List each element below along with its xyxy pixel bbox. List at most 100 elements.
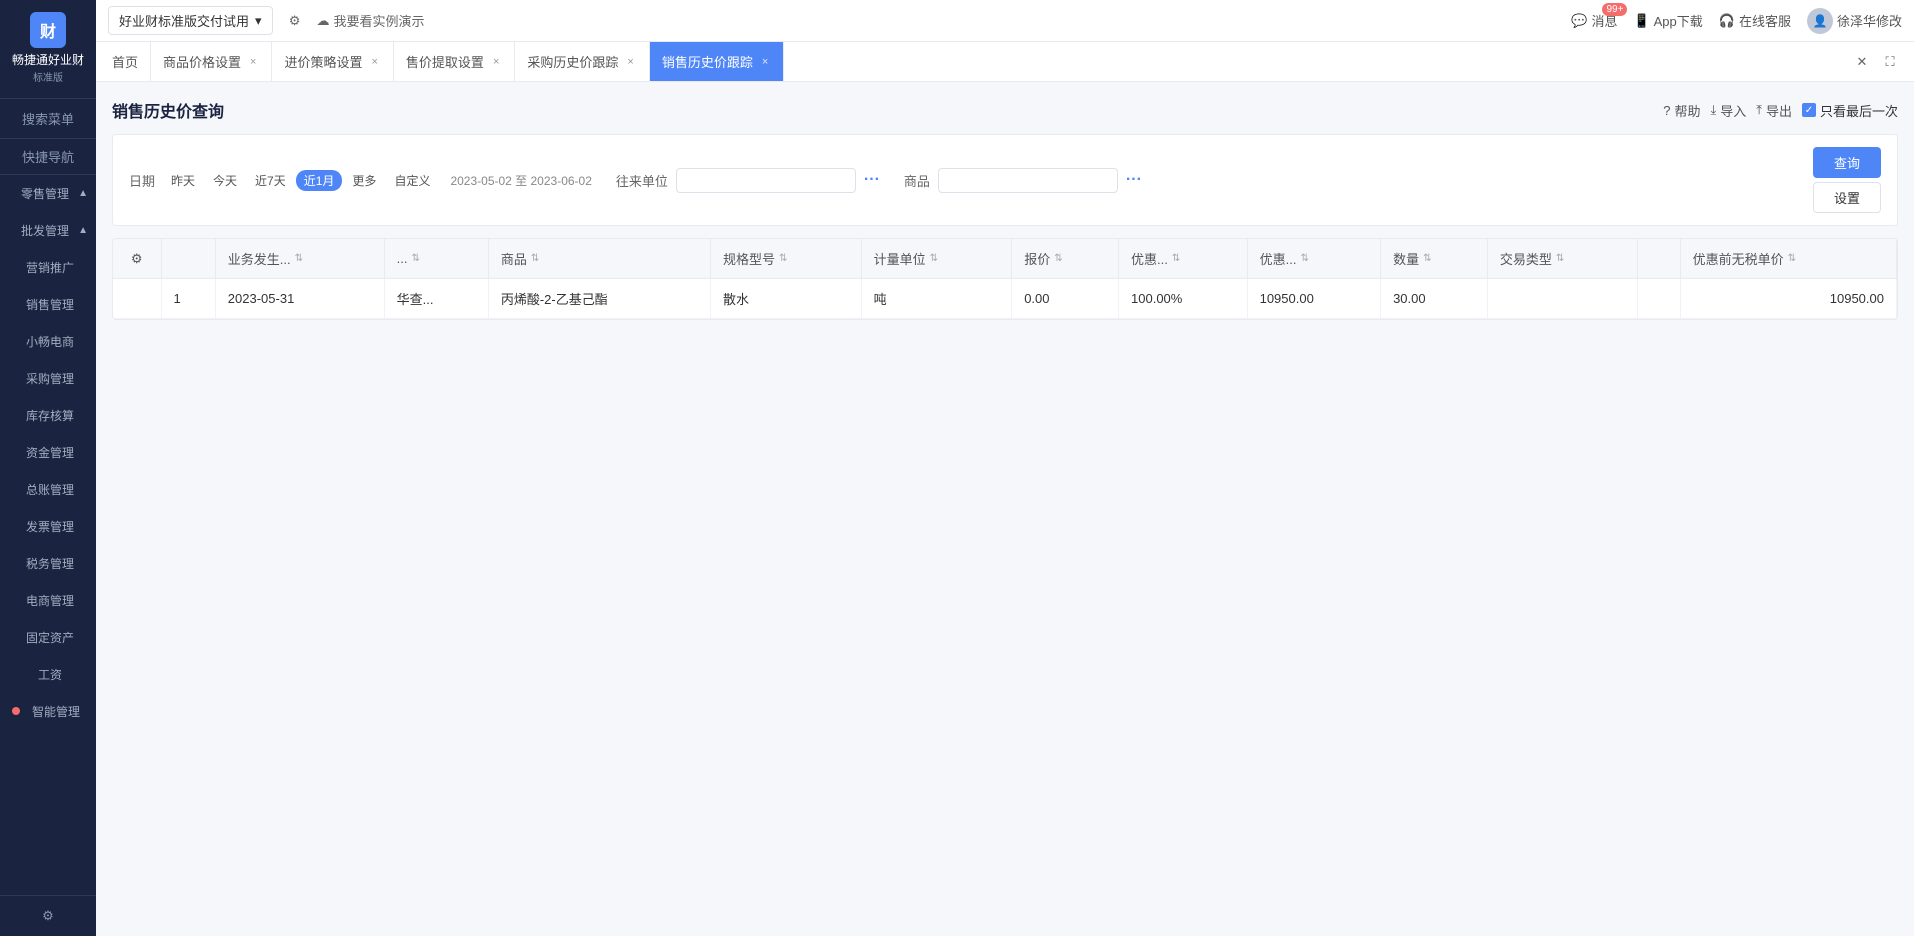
- cell-product: 丙烯酸-2-乙基己酯: [488, 279, 710, 319]
- product-input[interactable]: [938, 168, 1118, 193]
- col-row-num: [161, 239, 215, 279]
- sidebar-item-ecommerce-small[interactable]: 小畅电商: [0, 323, 96, 360]
- date-opt-7days[interactable]: 近7天: [247, 170, 294, 191]
- filter-date-group: 日期 昨天 今天 近7天 近1月 更多 自定义 2023-05-02 至 202…: [129, 170, 592, 191]
- col-spec[interactable]: 规格型号 ⇅: [710, 239, 861, 279]
- avatar: 👤: [1807, 8, 1833, 34]
- chevron-down-icon: ▾: [255, 13, 262, 29]
- demo-link[interactable]: ☁ 我要看实例演示: [317, 11, 425, 30]
- tab-purchase-history[interactable]: 采购历史价跟踪 ×: [515, 42, 649, 82]
- import-link[interactable]: ⤓ 导入: [1710, 101, 1746, 120]
- cell-discount2: 10950.00: [1247, 279, 1380, 319]
- tab-close-purchase-history[interactable]: ×: [624, 55, 636, 69]
- date-label: 日期: [129, 171, 155, 190]
- cell-quantity: 30.00: [1381, 279, 1488, 319]
- sidebar-item-fixed-assets[interactable]: 固定资产: [0, 619, 96, 656]
- gear-icon: ⚙: [289, 13, 301, 29]
- date-opt-more[interactable]: 更多: [344, 170, 384, 191]
- sidebar-item-finance[interactable]: 资金管理: [0, 434, 96, 471]
- tab-price-strategy[interactable]: 进价策略设置 ×: [272, 42, 393, 82]
- cell-row-num: 1: [161, 279, 215, 319]
- only-last-checkbox[interactable]: ✓ 只看最后一次: [1802, 101, 1898, 120]
- col-unit[interactable]: 计量单位 ⇅: [861, 239, 1012, 279]
- tab-home[interactable]: 首页: [100, 42, 151, 82]
- col-biz-date[interactable]: 业务发生... ⇅: [215, 239, 384, 279]
- sidebar-item-inventory[interactable]: 库存核算: [0, 397, 96, 434]
- online-service-btn[interactable]: 🎧 在线客服: [1719, 11, 1791, 30]
- tab-close-sale-history[interactable]: ×: [759, 55, 771, 69]
- cell-spec: 散水: [710, 279, 861, 319]
- message-btn[interactable]: 💬 消息 99+: [1571, 11, 1617, 30]
- user-info[interactable]: 👤 徐泽华修改: [1807, 8, 1902, 34]
- tabbar-actions: ✕ ⛶: [1842, 50, 1910, 74]
- cloud-icon: ☁: [317, 13, 330, 29]
- col-tx-type[interactable]: 交易类型 ⇅: [1487, 239, 1638, 279]
- workspace-name: 好业财标准版交付试用: [119, 11, 249, 30]
- tabbar: 首页 商品价格设置 × 进价策略设置 × 售价提取设置 × 采购历史价跟踪 × …: [96, 42, 1914, 82]
- date-opt-today[interactable]: 今天: [205, 170, 245, 191]
- expand-icon: ⛶: [1885, 54, 1894, 70]
- sidebar-item-payroll[interactable]: 工资: [0, 656, 96, 693]
- col-discount1[interactable]: 优惠... ⇅: [1119, 239, 1248, 279]
- product-dots[interactable]: ···: [1126, 171, 1142, 189]
- export-icon: ⤒: [1756, 102, 1762, 118]
- col-quantity[interactable]: 数量 ⇅: [1381, 239, 1488, 279]
- page-title: 销售历史价查询: [112, 98, 224, 122]
- date-opt-1month[interactable]: 近1月: [296, 170, 343, 191]
- source-unit-input[interactable]: [676, 168, 856, 193]
- sidebar-item-wholesale[interactable]: 批发管理 ▲: [0, 212, 96, 249]
- sidebar-item-purchase[interactable]: 采购管理: [0, 360, 96, 397]
- sort-icon: ⇅: [1556, 253, 1564, 264]
- close-tab-btn[interactable]: ✕: [1850, 50, 1874, 74]
- sidebar-item-smart-mgmt[interactable]: 智能管理: [0, 693, 96, 730]
- import-icon: ⤓: [1710, 102, 1716, 118]
- gear-icon: ⚙: [42, 908, 54, 923]
- data-table: ⚙ 业务发生... ⇅ ... ⇅: [113, 239, 1897, 319]
- col-quote[interactable]: 报价 ⇅: [1012, 239, 1119, 279]
- content: 销售历史价查询 ? 帮助 ⤓ 导入 ⤒ 导出 ✓ 只看最后一次: [96, 82, 1914, 936]
- cell-pre-tax-price: 10950.00: [1680, 279, 1896, 319]
- sidebar-item-retail[interactable]: 零售管理 ▲: [0, 175, 96, 212]
- help-link[interactable]: ? 帮助: [1663, 101, 1700, 120]
- sidebar-quick-nav[interactable]: 快捷导航: [0, 139, 96, 175]
- tab-close-sale-price[interactable]: ×: [490, 55, 502, 69]
- tab-product-price[interactable]: 商品价格设置 ×: [151, 42, 272, 82]
- settings-button[interactable]: 设置: [1813, 182, 1881, 213]
- query-button[interactable]: 查询: [1813, 147, 1881, 178]
- expand-tab-btn[interactable]: ⛶: [1878, 50, 1902, 74]
- tab-close-price-strategy[interactable]: ×: [368, 55, 380, 69]
- sidebar-settings-btn[interactable]: ⚙: [0, 895, 96, 936]
- sidebar-logo: 财 畅捷通好业财 标准版: [0, 0, 96, 99]
- sort-icon: ⇅: [1423, 253, 1431, 264]
- tab-close-product-price[interactable]: ×: [247, 55, 259, 69]
- tab-sale-history[interactable]: 销售历史价跟踪 ×: [650, 42, 784, 82]
- date-opt-yesterday[interactable]: 昨天: [163, 170, 203, 191]
- cell-quote: 0.00: [1012, 279, 1119, 319]
- sidebar-item-sales[interactable]: 销售管理: [0, 286, 96, 323]
- message-badge: 99+: [1602, 3, 1627, 16]
- col-product[interactable]: 商品 ⇅: [488, 239, 710, 279]
- sidebar-item-ledger[interactable]: 总账管理: [0, 471, 96, 508]
- chevron-icon: ▲: [78, 188, 88, 199]
- col-gear[interactable]: ⚙: [113, 239, 161, 279]
- source-unit-dots[interactable]: ···: [864, 171, 880, 189]
- sidebar-search[interactable]: 搜索菜单: [0, 99, 96, 139]
- date-opt-custom[interactable]: 自定义: [386, 170, 438, 191]
- sort-icon: ⇅: [1788, 253, 1796, 264]
- tab-sale-price[interactable]: 售价提取设置 ×: [394, 42, 515, 82]
- col-discount2[interactable]: 优惠... ⇅: [1247, 239, 1380, 279]
- sort-icon: ⇅: [295, 253, 303, 264]
- sidebar-item-tax[interactable]: 税务管理: [0, 545, 96, 582]
- sidebar-item-marketing[interactable]: 营销推广: [0, 249, 96, 286]
- dot-icon: [12, 707, 20, 715]
- date-options: 昨天 今天 近7天 近1月 更多 自定义: [163, 170, 438, 191]
- col-pre-tax-price[interactable]: 优惠前无税单价 ⇅: [1680, 239, 1896, 279]
- page-actions: ? 帮助 ⤓ 导入 ⤒ 导出 ✓ 只看最后一次: [1663, 101, 1898, 120]
- topbar-settings-btn[interactable]: ⚙: [281, 7, 309, 35]
- sidebar-item-invoice[interactable]: 发票管理: [0, 508, 96, 545]
- workspace-selector[interactable]: 好业财标准版交付试用 ▾: [108, 6, 273, 35]
- sidebar-item-ecommerce[interactable]: 电商管理: [0, 582, 96, 619]
- export-link[interactable]: ⤒ 导出: [1756, 101, 1792, 120]
- app-download-btn[interactable]: 📱 App下载: [1633, 11, 1702, 30]
- col-extra[interactable]: ... ⇅: [384, 239, 488, 279]
